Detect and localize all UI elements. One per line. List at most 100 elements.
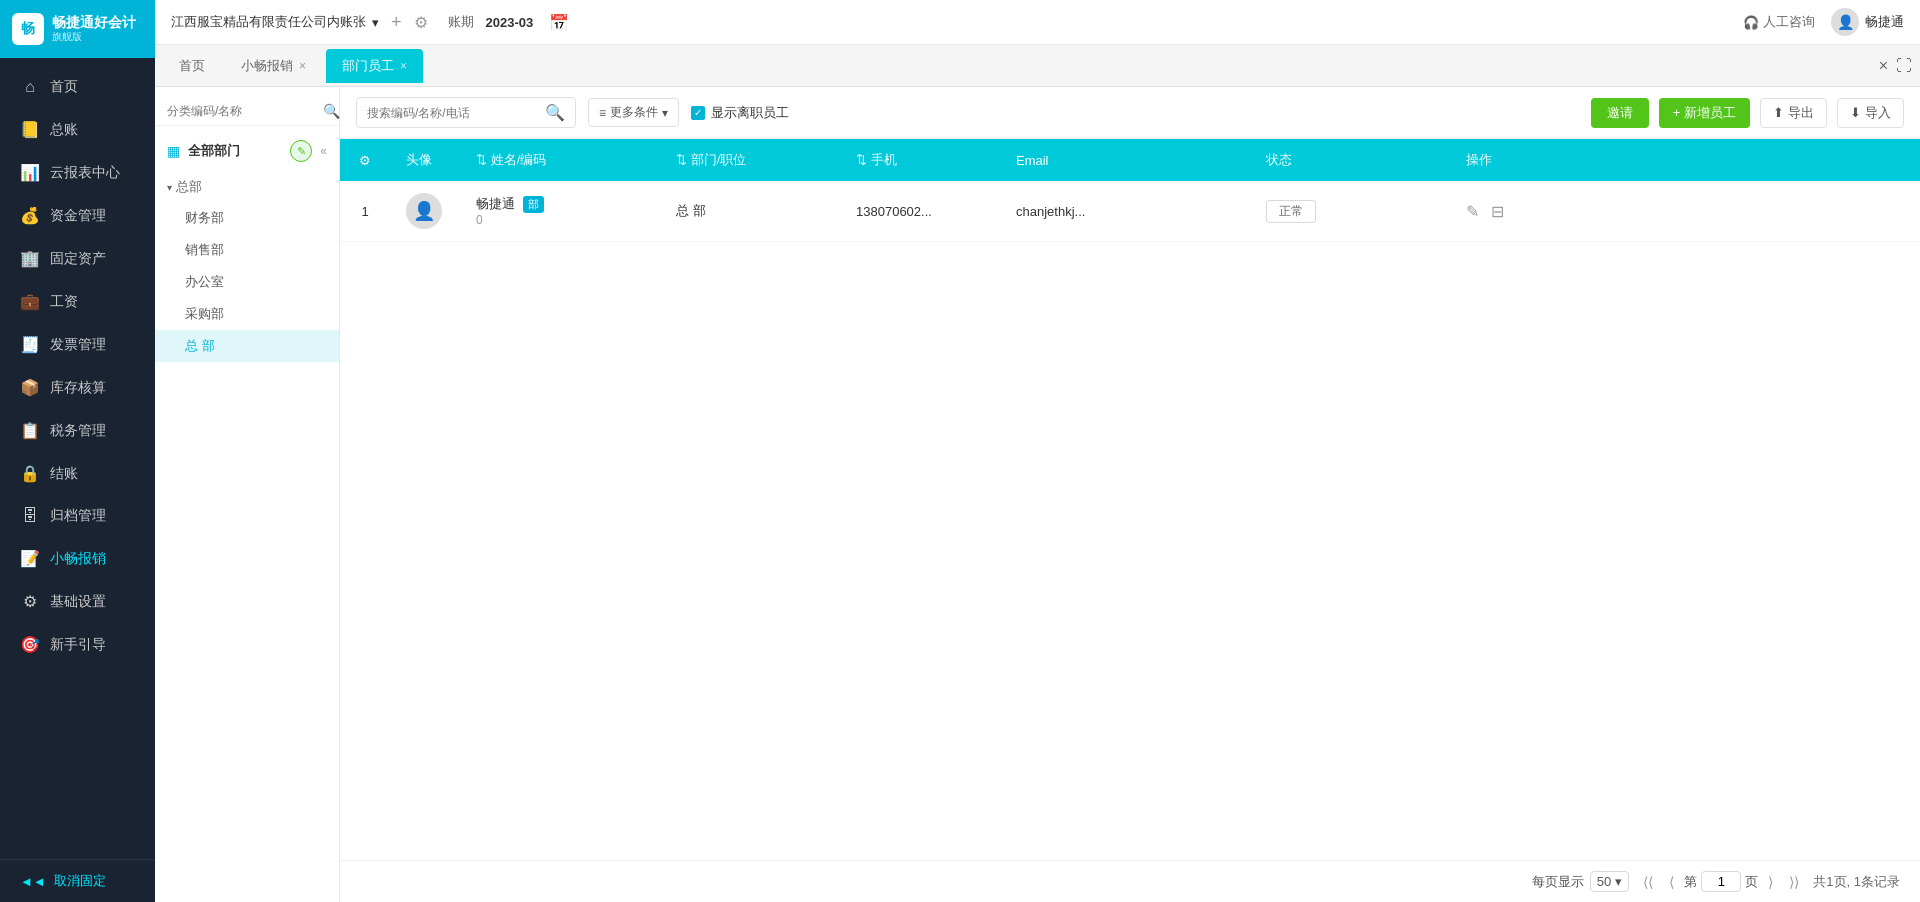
export-button[interactable]: ⬆ 导出 (1760, 98, 1827, 128)
add-employee-button[interactable]: + 新增员工 (1659, 98, 1750, 128)
sidebar-item-fixed-assets[interactable]: 🏢 固定资产 (0, 237, 155, 280)
archive-icon: 🗄 (20, 507, 40, 525)
edit-employee-button[interactable]: ✎ (1466, 202, 1479, 221)
logout-employee-button[interactable]: ⊟ (1491, 202, 1504, 221)
dept-item-sales[interactable]: 销售部 (155, 234, 339, 266)
settings-icon[interactable]: ⚙ (414, 13, 428, 32)
export-label: 导出 (1788, 104, 1814, 122)
employee-code: 0 (476, 213, 644, 227)
sidebar-item-invoice[interactable]: 🧾 发票管理 (0, 323, 155, 366)
col-dept-position[interactable]: ⇅ 部门/职位 (660, 139, 840, 181)
dept-item-label: 采购部 (185, 306, 224, 321)
tax-icon: 📋 (20, 421, 40, 440)
sidebar-item-close[interactable]: 🔒 结账 (0, 452, 155, 495)
service-button[interactable]: 🎧 人工咨询 (1743, 13, 1815, 31)
import-button[interactable]: ⬇ 导入 (1837, 98, 1904, 128)
dept-item-label: 财务部 (185, 210, 224, 225)
col-name-code[interactable]: ⇅ 姓名/编码 (460, 139, 660, 181)
close-tab-xiaochang[interactable]: × (299, 59, 306, 73)
chevron-down-icon: ▾ (662, 106, 668, 120)
sidebar-item-salary[interactable]: 💼 工资 (0, 280, 155, 323)
sidebar-item-reports[interactable]: 📊 云报表中心 (0, 151, 155, 194)
prev-page-button[interactable]: ⟨ (1663, 872, 1680, 892)
dept-item-finance[interactable]: 财务部 (155, 202, 339, 234)
col-phone[interactable]: ⇅ 手机 (840, 139, 1000, 181)
dept-item-purchase[interactable]: 采购部 (155, 298, 339, 330)
first-page-button[interactable]: ⟨⟨ (1637, 872, 1659, 892)
dept-item-general[interactable]: 总 部 (155, 330, 339, 362)
sidebar-item-tax[interactable]: 📋 税务管理 (0, 409, 155, 452)
employee-search-input[interactable] (367, 106, 539, 120)
dept-search-area: 🔍 (155, 97, 339, 126)
dept-search-input[interactable] (167, 104, 317, 118)
dept-group-zongbu[interactable]: ▾ 总部 (155, 172, 339, 202)
page-unit: 页 (1745, 873, 1758, 891)
dept-item-office[interactable]: 办公室 (155, 266, 339, 298)
tabbar-actions: × ⛶ (1879, 57, 1912, 75)
cancel-fixed-button[interactable]: ◄◄ 取消固定 (0, 859, 155, 902)
dept-edit-button[interactable]: ✎ (290, 140, 312, 162)
search-icon[interactable]: 🔍 (545, 103, 565, 122)
sort-icon: ⇅ (476, 152, 491, 167)
dept-search-icon[interactable]: 🔍 (323, 103, 340, 119)
sidebar-item-label: 小畅报销 (50, 550, 106, 568)
tab-xiaochang-expense[interactable]: 小畅报销 × (225, 49, 322, 83)
close-all-tabs-button[interactable]: × (1879, 57, 1888, 75)
add-company-button[interactable]: + (391, 12, 402, 33)
period-label: 账期 (448, 13, 474, 31)
logo-icon: 畅 (12, 13, 44, 45)
sidebar-item-archive[interactable]: 🗄 归档管理 (0, 495, 155, 537)
sidebar-item-general-ledger[interactable]: 📒 总账 (0, 108, 155, 151)
last-page-button[interactable]: ⟩⟩ (1783, 872, 1805, 892)
sidebar-item-label: 基础设置 (50, 593, 106, 611)
sidebar-item-label: 总账 (50, 121, 78, 139)
sidebar-item-label: 新手引导 (50, 636, 106, 654)
topbar: 江西服宝精品有限责任公司内账张 ▾ + ⚙ 账期 2023-03 📅 🎧 人工咨… (155, 0, 1920, 45)
cell-dept: 总 部 (660, 181, 840, 242)
sidebar-item-xiaochang[interactable]: 📝 小畅报销 (0, 537, 155, 580)
invite-button[interactable]: 邀请 (1591, 98, 1649, 128)
sidebar-item-basic[interactable]: ⚙ 基础设置 (0, 580, 155, 623)
employee-avatar: 👤 (406, 193, 442, 229)
app-version: 旗舰版 (52, 30, 136, 44)
all-dept-header[interactable]: ▦ 全部部门 ✎ « (155, 134, 339, 168)
company-selector[interactable]: 江西服宝精品有限责任公司内账张 ▾ (171, 13, 379, 31)
col-settings[interactable]: ⚙ (340, 139, 390, 181)
next-page-button[interactable]: ⟩ (1762, 872, 1779, 892)
filter-icon: ≡ (599, 106, 606, 120)
tab-home[interactable]: 首页 (163, 49, 221, 83)
filter-label: 更多条件 (610, 104, 658, 121)
total-records-label: 共1页, 1条记录 (1813, 873, 1900, 891)
service-label: 人工咨询 (1763, 13, 1815, 31)
page-input[interactable] (1701, 871, 1741, 892)
sidebar-item-funds[interactable]: 💰 资金管理 (0, 194, 155, 237)
all-dept-label: 全部部门 (188, 142, 282, 160)
per-page-select[interactable]: 50 ▾ (1590, 871, 1629, 892)
calendar-icon[interactable]: 📅 (549, 13, 569, 32)
show-resigned-toggle[interactable]: ✓ 显示离职员工 (691, 104, 789, 122)
pin-icon: ◄◄ (20, 874, 46, 889)
sidebar-item-home[interactable]: ⌂ 首页 (0, 66, 155, 108)
tab-dept-employee[interactable]: 部门员工 × (326, 49, 423, 83)
expand-tabs-button[interactable]: ⛶ (1896, 57, 1912, 75)
basic-icon: ⚙ (20, 592, 40, 611)
import-icon: ⬇ (1850, 105, 1861, 120)
export-icon: ⬆ (1773, 105, 1784, 120)
dept-panel: 🔍 ▦ 全部部门 ✎ « ▾ 总部 财务部 (155, 87, 340, 902)
sidebar-item-inventory[interactable]: 📦 库存核算 (0, 366, 155, 409)
per-page-selector: 每页显示 50 ▾ (1532, 871, 1629, 892)
dept-item-label: 总 部 (185, 338, 215, 353)
show-resigned-checkbox[interactable]: ✓ (691, 106, 705, 120)
close-accounts-icon: 🔒 (20, 464, 40, 483)
sidebar-item-guide[interactable]: 🎯 新手引导 (0, 623, 155, 666)
action-icons: ✎ ⊟ (1466, 202, 1904, 221)
name-code-cell: 畅捷通 部 (476, 195, 644, 213)
nav-menu: ⌂ 首页 📒 总账 📊 云报表中心 💰 资金管理 🏢 固定资产 💼 工资 🧾 发… (0, 58, 155, 859)
user-menu[interactable]: 👤 畅捷通 (1831, 8, 1904, 36)
employee-layout: 🔍 ▦ 全部部门 ✎ « ▾ 总部 财务部 (155, 87, 1920, 902)
close-tab-dept[interactable]: × (400, 59, 407, 73)
filter-button[interactable]: ≡ 更多条件 ▾ (588, 98, 679, 127)
employee-toolbar: 🔍 ≡ 更多条件 ▾ ✓ 显示离职员工 邀请 + 新增员工 (340, 87, 1920, 139)
dept-collapse-icon[interactable]: « (320, 144, 327, 158)
sidebar-item-label: 归档管理 (50, 507, 106, 525)
